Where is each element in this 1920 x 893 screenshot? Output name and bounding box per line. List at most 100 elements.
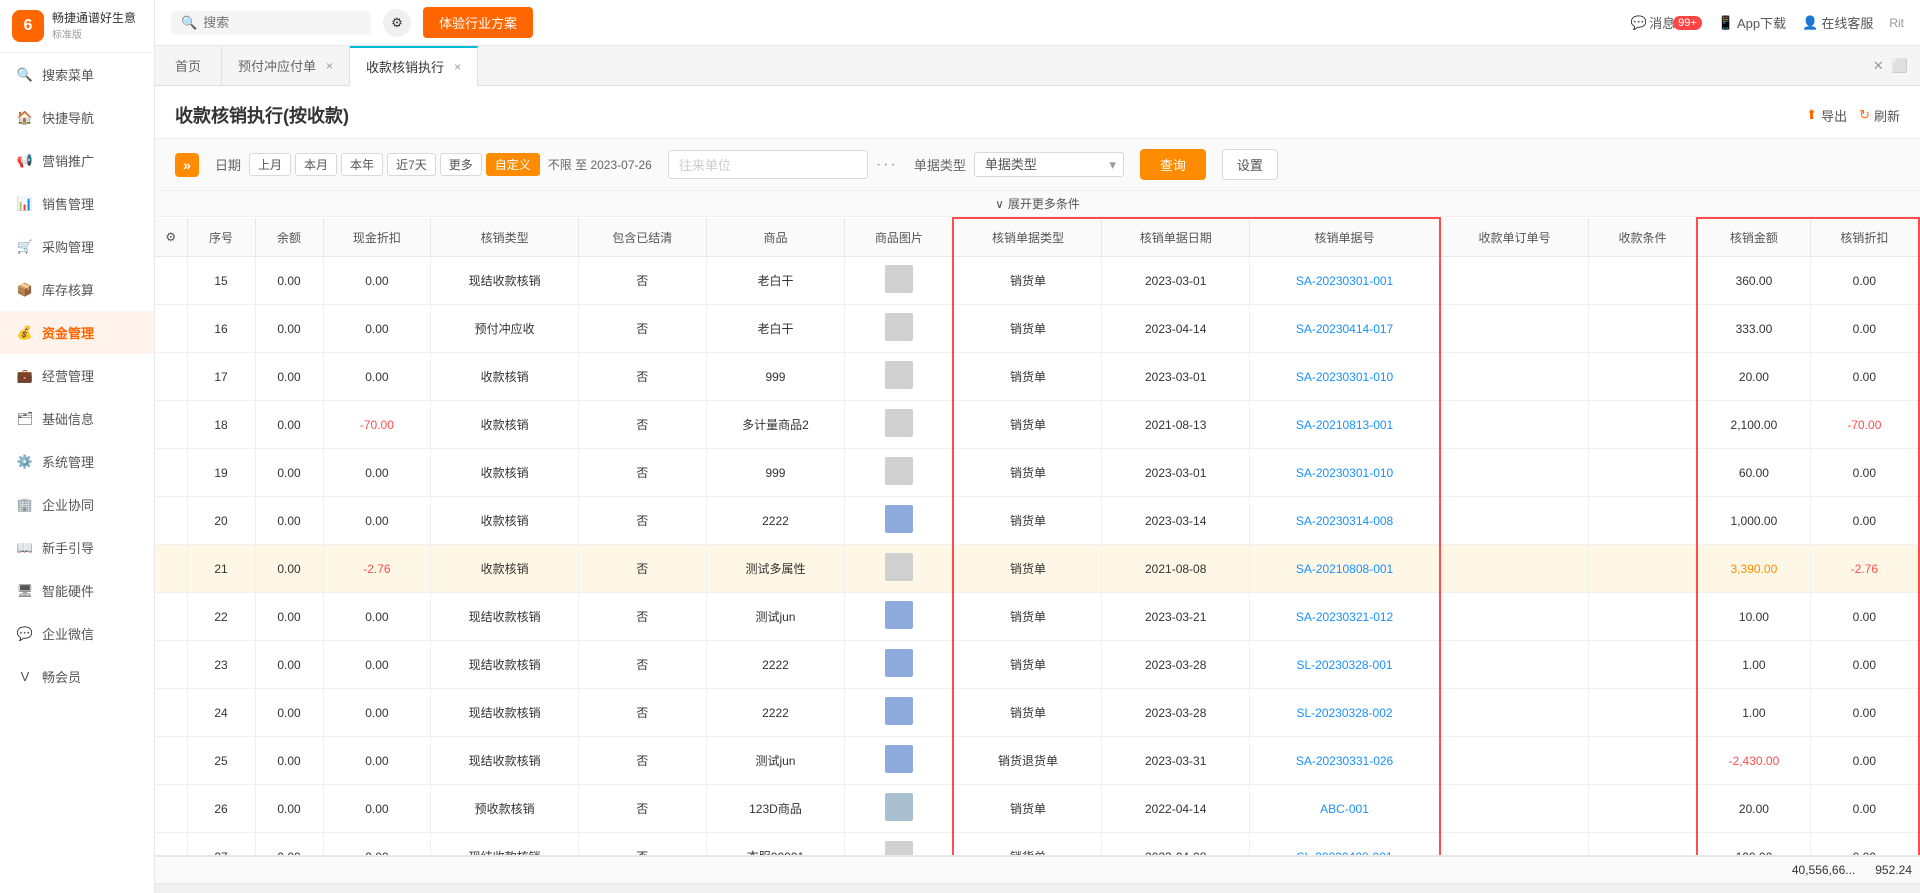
table-cell: 0.00 bbox=[255, 449, 323, 497]
sidebar-item-member[interactable]: V 畅会员 bbox=[0, 655, 154, 698]
search-input[interactable] bbox=[203, 15, 343, 30]
date-btn-last-month[interactable]: 上月 bbox=[249, 153, 291, 176]
tab-prepaid[interactable]: 预付冲应付单 × bbox=[222, 46, 350, 86]
date-btn-this-year[interactable]: 本年 bbox=[341, 153, 383, 176]
sidebar-item-finance[interactable]: 💰 资金管理 bbox=[0, 311, 154, 354]
sidebar-item-sales[interactable]: 📊 销售管理 bbox=[0, 182, 154, 225]
table-cell: 0.00 bbox=[1810, 833, 1919, 856]
th-settings[interactable]: ⚙ bbox=[155, 218, 187, 257]
bill-type-select[interactable]: 单据类型 bbox=[974, 152, 1124, 177]
table-cell: -2.76 bbox=[323, 545, 431, 593]
table-cell: 2023-04-08 bbox=[1102, 833, 1250, 856]
table-cell: 现结收款核销 bbox=[431, 833, 579, 856]
tab-receipt[interactable]: 收款核销执行 × bbox=[350, 46, 478, 86]
th-verify-discount: 核销折扣 bbox=[1810, 218, 1919, 257]
settings-button[interactable]: 设置 bbox=[1222, 149, 1278, 180]
table-cell[interactable]: SL-20230328-001 bbox=[1250, 641, 1441, 689]
table-cell: 0.00 bbox=[323, 785, 431, 833]
table-cell: 2023-03-14 bbox=[1102, 497, 1250, 545]
online-service-btn[interactable]: 👤 在线客服 bbox=[1802, 13, 1873, 32]
topbar-settings-btn[interactable]: ⚙ bbox=[383, 9, 411, 37]
date-btn-7days[interactable]: 近7天 bbox=[387, 153, 436, 176]
app-download-btn[interactable]: 📱 App下载 bbox=[1718, 13, 1786, 32]
table-cell: 2021-08-08 bbox=[1102, 545, 1250, 593]
close-prepaid-tab[interactable]: × bbox=[326, 59, 333, 73]
tab-home[interactable]: 首页 bbox=[155, 46, 222, 86]
horizontal-scrollbar[interactable] bbox=[155, 883, 1920, 893]
table-cell: 0.00 bbox=[255, 737, 323, 785]
refresh-btn[interactable]: ↻ 刷新 bbox=[1859, 106, 1900, 125]
enterprise-icon: 🏢 bbox=[16, 496, 34, 514]
table-cell[interactable]: SA-20230321-012 bbox=[1250, 593, 1441, 641]
date-btn-this-month[interactable]: 本月 bbox=[295, 153, 337, 176]
sidebar-item-system[interactable]: ⚙️ 系统管理 bbox=[0, 440, 154, 483]
table-cell: 0.00 bbox=[255, 305, 323, 353]
sidebar-item-guide[interactable]: 📖 新手引导 bbox=[0, 526, 154, 569]
table-cell bbox=[1440, 257, 1588, 305]
table-cell bbox=[155, 641, 187, 689]
sidebar-item-quick-nav[interactable]: 🏠 快捷导航 bbox=[0, 96, 154, 139]
table-cell bbox=[1440, 785, 1588, 833]
expand-more-btn[interactable]: ∨ 展开更多条件 bbox=[995, 195, 1080, 212]
sidebar-item-hardware[interactable]: 🖥 智能硬件 bbox=[0, 569, 154, 612]
table-cell: -70.00 bbox=[323, 401, 431, 449]
data-table-container[interactable]: ⚙ 序号 余额 现金折扣 核销类型 包含已结清 商品 商品图片 核销单据类型 核… bbox=[155, 217, 1920, 855]
close-all-icon[interactable]: ✕ bbox=[1873, 58, 1884, 74]
counterpart-input[interactable]: 往来单位 bbox=[668, 150, 868, 179]
th-balance: 余额 bbox=[255, 218, 323, 257]
sidebar-item-search[interactable]: 🔍 搜索菜单 bbox=[0, 53, 154, 96]
counterpart-more[interactable]: ··· bbox=[876, 156, 898, 174]
sidebar-item-marketing[interactable]: 📢 营销推广 bbox=[0, 139, 154, 182]
table-cell: 0.00 bbox=[255, 497, 323, 545]
table-cell[interactable]: SA-20230414-017 bbox=[1250, 305, 1441, 353]
chart-icon: 📊 bbox=[16, 195, 34, 213]
date-btn-more[interactable]: 更多 bbox=[440, 153, 482, 176]
main-content: 🔍 ⚙ 体验行业方案 💬 消息 99+ 📱 App下载 👤 在线客服 Rit bbox=[155, 0, 1920, 893]
table-cell[interactable]: ABC-001 bbox=[1250, 785, 1441, 833]
table-cell: 16 bbox=[187, 305, 255, 353]
sidebar-item-purchase[interactable]: 🛒 采购管理 bbox=[0, 225, 154, 268]
sidebar-item-enterprise[interactable]: 🏢 企业协同 bbox=[0, 483, 154, 526]
table-cell: 2222 bbox=[706, 497, 845, 545]
maximize-icon[interactable]: ⬜ bbox=[1892, 58, 1908, 74]
table-cell[interactable]: SA-20210808-001 bbox=[1250, 545, 1441, 593]
table-cell: 测试jun bbox=[706, 593, 845, 641]
product-thumbnail bbox=[885, 553, 913, 581]
sidebar-item-basic[interactable]: 🗂 基础信息 bbox=[0, 397, 154, 440]
product-thumbnail bbox=[885, 505, 913, 533]
close-receipt-tab[interactable]: × bbox=[454, 60, 461, 74]
table-cell[interactable]: SL-20230328-002 bbox=[1250, 689, 1441, 737]
message-btn[interactable]: 💬 消息 99+ bbox=[1631, 13, 1702, 32]
sidebar-item-operation[interactable]: 💼 经营管理 bbox=[0, 354, 154, 397]
table-cell[interactable]: SA-20210813-001 bbox=[1250, 401, 1441, 449]
table-cell[interactable]: SA-20230301-010 bbox=[1250, 449, 1441, 497]
table-cell[interactable]: SA-20230314-008 bbox=[1250, 497, 1441, 545]
promo-button[interactable]: 体验行业方案 bbox=[423, 7, 533, 38]
table-cell[interactable]: SL-20230408-001 bbox=[1250, 833, 1441, 856]
sidebar-item-wechat[interactable]: 💬 企业微信 bbox=[0, 612, 154, 655]
table-cell: 销货单 bbox=[953, 401, 1101, 449]
table-cell[interactable]: SA-20230301-001 bbox=[1250, 257, 1441, 305]
date-btn-custom[interactable]: 自定义 bbox=[486, 153, 540, 176]
filter-expand-btn[interactable]: » bbox=[175, 153, 199, 177]
table-cell: 23 bbox=[187, 641, 255, 689]
search-icon: 🔍 bbox=[181, 15, 197, 31]
table-cell: 17 bbox=[187, 353, 255, 401]
table-row: 200.000.00收款核销否2222销货单2023-03-14SA-20230… bbox=[155, 497, 1919, 545]
table-cell: 21 bbox=[187, 545, 255, 593]
table-cell[interactable]: SA-20230331-026 bbox=[1250, 737, 1441, 785]
table-cell bbox=[1588, 737, 1697, 785]
topbar-search-box[interactable]: 🔍 bbox=[171, 11, 371, 35]
query-button[interactable]: 查询 bbox=[1140, 149, 1206, 180]
table-cell[interactable]: SA-20230301-010 bbox=[1250, 353, 1441, 401]
table-cell: 0.00 bbox=[323, 353, 431, 401]
export-btn[interactable]: ⬆ 导出 bbox=[1806, 106, 1847, 125]
sidebar-item-inventory[interactable]: 📦 库存核算 bbox=[0, 268, 154, 311]
table-cell: 销货单 bbox=[953, 257, 1101, 305]
table-cell: 2023-03-01 bbox=[1102, 353, 1250, 401]
user-name: Rit bbox=[1889, 16, 1904, 30]
th-verify-bill-date: 核销单据日期 bbox=[1102, 218, 1250, 257]
table-cell: 24 bbox=[187, 689, 255, 737]
table-cell: 否 bbox=[578, 257, 706, 305]
expand-more-bar: ∨ 展开更多条件 bbox=[155, 191, 1920, 217]
